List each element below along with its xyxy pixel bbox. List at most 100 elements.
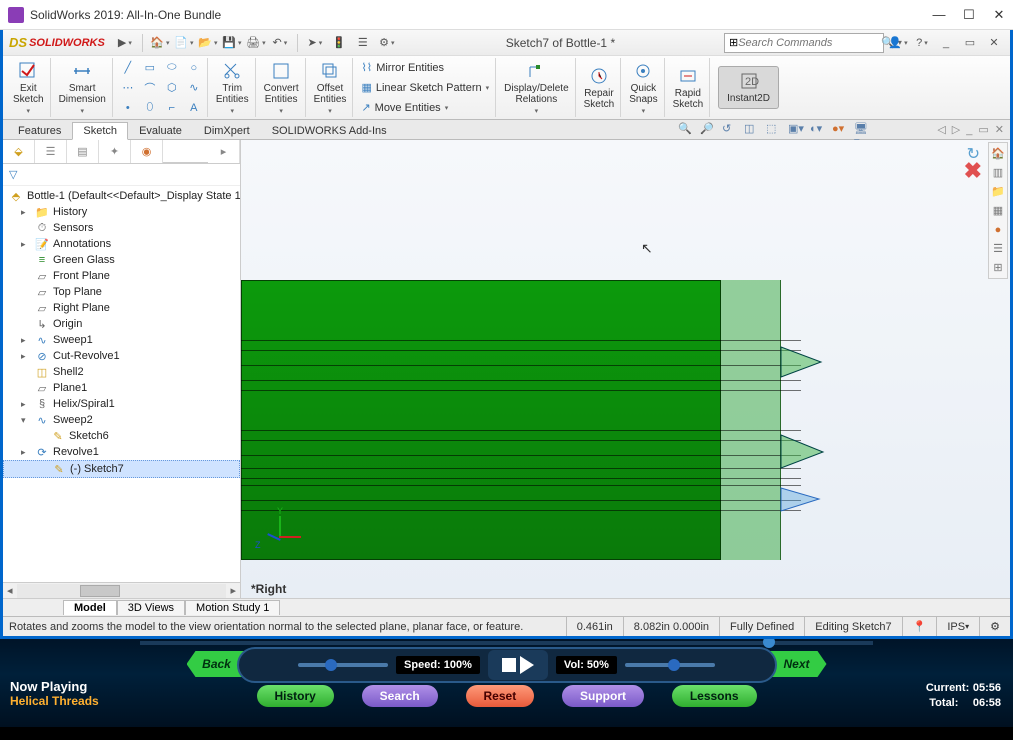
hide-show-icon[interactable]: ◐▾ bbox=[810, 122, 826, 138]
tab-addins[interactable]: SOLIDWORKS Add-Ins bbox=[261, 122, 398, 140]
menu-dropdown[interactable]: ▶ bbox=[115, 33, 135, 53]
previous-view-icon[interactable]: ↺ bbox=[722, 122, 738, 138]
appearances-icon[interactable]: ● bbox=[991, 221, 1005, 238]
display-manager-tab[interactable]: ◉ bbox=[131, 140, 163, 163]
display-relations-button[interactable]: Display/Delete Relations ▾ bbox=[504, 61, 568, 115]
tree-node[interactable]: ▾∿Sweep2 bbox=[3, 412, 240, 428]
expand-icon[interactable]: ▸ bbox=[21, 239, 31, 250]
cancel-x-icon[interactable]: ✖ bbox=[964, 158, 982, 184]
panel-expand-icon[interactable]: ▸ bbox=[208, 140, 240, 163]
tree-node[interactable]: ▱Right Plane bbox=[3, 300, 240, 316]
circle-tool[interactable]: ○ bbox=[184, 59, 204, 77]
pane-nav-right-icon[interactable]: ▷ bbox=[952, 123, 960, 136]
status-units[interactable]: IPS ▾ bbox=[936, 617, 979, 636]
volume-slider[interactable] bbox=[625, 663, 715, 667]
user-button[interactable]: 👤 bbox=[888, 33, 908, 53]
tree-node[interactable]: ✎Sketch6 bbox=[3, 428, 240, 444]
tree-node[interactable]: ▱Front Plane bbox=[3, 268, 240, 284]
pane-max-icon[interactable]: ▭ bbox=[978, 123, 988, 136]
lessons-button[interactable]: Lessons bbox=[672, 685, 757, 707]
ellipse-tool[interactable]: ⬯ bbox=[140, 99, 160, 117]
dimxpert-manager-tab[interactable]: ✦ bbox=[99, 140, 131, 163]
point-tool[interactable]: • bbox=[118, 99, 138, 117]
tab-dimxpert[interactable]: DimXpert bbox=[193, 122, 261, 140]
tree-node[interactable]: ◫Shell2 bbox=[3, 364, 240, 380]
property-manager-tab[interactable]: ☰ bbox=[35, 140, 67, 163]
resources-icon[interactable]: 🏠 bbox=[991, 145, 1005, 162]
tree-node[interactable]: ▱Plane1 bbox=[3, 380, 240, 396]
forum-icon[interactable]: ⊞ bbox=[991, 259, 1005, 276]
tree-node[interactable]: ▸∿Sweep1 bbox=[3, 332, 240, 348]
speed-slider[interactable] bbox=[298, 663, 388, 667]
quick-snaps-button[interactable]: Quick Snaps ▾ bbox=[629, 61, 657, 115]
exit-sketch-button[interactable]: Exit Sketch ▾ bbox=[13, 61, 44, 115]
view-palette-icon[interactable]: ▦ bbox=[991, 202, 1005, 219]
tree-scrollbar[interactable]: ◂ ▸ bbox=[3, 582, 240, 598]
move-entities-button[interactable]: ↗Move Entities▾ bbox=[361, 99, 489, 117]
design-library-icon[interactable]: ▥ bbox=[991, 164, 1005, 181]
apply-scene-icon[interactable]: 🖥▾ bbox=[854, 122, 870, 138]
linear-pattern-button[interactable]: ▦Linear Sketch Pattern▾ bbox=[361, 79, 489, 97]
status-gear-icon[interactable]: ⚙ bbox=[979, 617, 1010, 636]
tab-features[interactable]: Features bbox=[7, 122, 72, 140]
trim-entities-button[interactable]: Trim Entities ▾ bbox=[216, 61, 249, 115]
rapid-sketch-button[interactable]: Rapid Sketch bbox=[673, 66, 704, 110]
pane-close-icon[interactable]: ✕ bbox=[995, 123, 1004, 136]
min-pane-button[interactable]: _ bbox=[936, 33, 956, 53]
home-button[interactable]: 🏠 bbox=[150, 33, 170, 53]
pane-nav-left-icon[interactable]: ◁ bbox=[937, 123, 945, 136]
expand-icon[interactable]: ▾ bbox=[21, 415, 31, 426]
tab-sketch[interactable]: Sketch bbox=[72, 122, 128, 140]
convert-entities-button[interactable]: Convert Entities ▾ bbox=[264, 61, 299, 115]
feature-tree-tab[interactable]: ⬙ bbox=[3, 140, 35, 163]
edit-appearance-icon[interactable]: ●▾ bbox=[832, 122, 848, 138]
offset-entities-button[interactable]: Offset Entities ▾ bbox=[314, 61, 347, 115]
zoom-fit-icon[interactable]: 🔍 bbox=[678, 122, 694, 138]
tree-node[interactable]: ▸📁History bbox=[3, 204, 240, 220]
settings-button[interactable]: ⚙ bbox=[377, 33, 397, 53]
tree-node[interactable]: ▱Top Plane bbox=[3, 284, 240, 300]
text-tool[interactable]: A bbox=[184, 99, 204, 117]
line-tool[interactable]: ╱ bbox=[118, 59, 138, 77]
tree-node[interactable]: ▸⊘Cut-Revolve1 bbox=[3, 348, 240, 364]
close-pane-button[interactable]: ✕ bbox=[984, 33, 1004, 53]
3dviews-tab[interactable]: 3D Views bbox=[117, 600, 185, 615]
expand-icon[interactable]: ▸ bbox=[21, 399, 31, 410]
rect-tool[interactable]: ▭ bbox=[140, 59, 160, 77]
maximize-button[interactable]: ☐ bbox=[963, 9, 975, 21]
mirror-entities-button[interactable]: ⌇⌇Mirror Entities bbox=[361, 59, 489, 77]
new-button[interactable]: 📄 bbox=[174, 33, 194, 53]
tree-filter[interactable]: ▽ bbox=[3, 164, 240, 186]
polygon-tool[interactable]: ⬡ bbox=[162, 79, 182, 97]
tree-node[interactable]: ↳Origin bbox=[3, 316, 240, 332]
search-input[interactable] bbox=[738, 37, 881, 49]
print-button[interactable]: 🖨 bbox=[246, 33, 266, 53]
slot-tool[interactable]: ⬭ bbox=[162, 59, 182, 77]
file-explorer-icon[interactable]: 📁 bbox=[991, 183, 1005, 200]
tree-node[interactable]: ⏱Sensors bbox=[3, 220, 240, 236]
options-list-button[interactable]: ☰ bbox=[353, 33, 373, 53]
config-manager-tab[interactable]: ▤ bbox=[67, 140, 99, 163]
instant2d-button[interactable]: 2D Instant2D bbox=[718, 66, 779, 109]
support-button[interactable]: Support bbox=[562, 685, 644, 707]
expand-icon[interactable]: ▸ bbox=[21, 335, 31, 346]
play-pause-control[interactable] bbox=[488, 650, 548, 680]
view-orientation-icon[interactable]: ⬚ bbox=[766, 122, 782, 138]
motion-study-tab[interactable]: Motion Study 1 bbox=[185, 600, 280, 615]
search-commands[interactable]: ⊞ 🔍 ▾ bbox=[724, 33, 884, 53]
smart-dimension-button[interactable]: Smart Dimension ▾ bbox=[59, 61, 106, 115]
tree-node[interactable]: ✎(-) Sketch7 bbox=[3, 460, 240, 478]
tree-node[interactable]: ≡Green Glass bbox=[3, 252, 240, 268]
tree-node[interactable]: ▸§Helix/Spiral1 bbox=[3, 396, 240, 412]
minimize-button[interactable]: — bbox=[933, 9, 945, 21]
model-tab[interactable]: Model bbox=[63, 600, 117, 615]
pane-min-icon[interactable]: _ bbox=[966, 124, 972, 136]
search-button[interactable]: Search bbox=[362, 685, 438, 707]
history-button[interactable]: History bbox=[257, 685, 334, 707]
repair-sketch-button[interactable]: Repair Sketch bbox=[584, 66, 615, 110]
graphics-viewport[interactable]: ↻ ✖ ↖ Y Z *R bbox=[241, 140, 1010, 598]
help-button[interactable]: ? bbox=[912, 33, 932, 53]
spline-tool[interactable]: ∿ bbox=[184, 79, 204, 97]
rebuild-button[interactable]: 🚦 bbox=[329, 33, 349, 53]
tree-node[interactable]: ▸⟳Revolve1 bbox=[3, 444, 240, 460]
